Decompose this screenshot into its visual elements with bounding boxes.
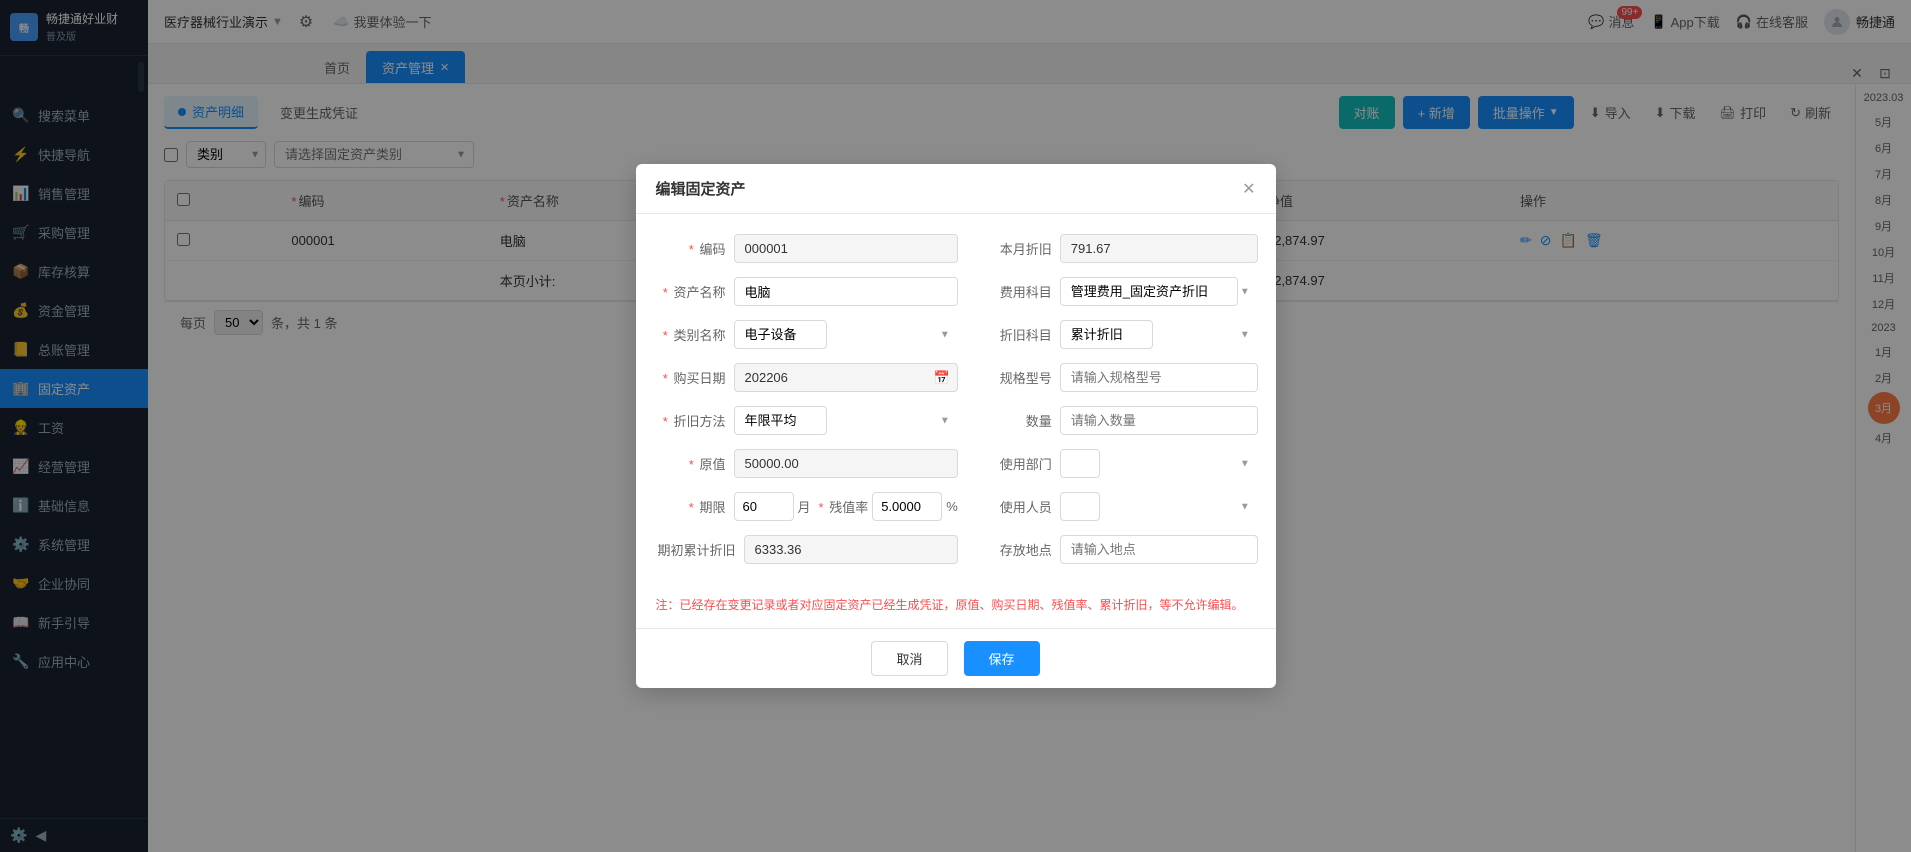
- form-row-location: 存放地点: [982, 535, 1258, 564]
- form-row-purchase-date: * 购买日期 📅: [656, 363, 958, 392]
- residual-rate-input[interactable]: [872, 492, 942, 521]
- depr-method-label: * 折旧方法: [656, 411, 726, 430]
- dialog-left-col: * 编码 * 资产名称: [656, 234, 958, 568]
- residual-rate-label: * 残值率: [819, 497, 869, 516]
- original-value-label: * 原值: [656, 454, 726, 473]
- category-label: * 类别名称: [656, 325, 726, 344]
- depr-subject-wrapper: 累计折旧 ▼: [1060, 320, 1258, 349]
- user-label: 使用人员: [982, 497, 1052, 516]
- location-input[interactable]: [1060, 535, 1258, 564]
- depr-subject-arrow: ▼: [1240, 329, 1250, 340]
- period-inline: 月 * 残值率 %: [734, 492, 958, 521]
- spec-label: 规格型号: [982, 368, 1052, 387]
- name-label: * 资产名称: [656, 282, 726, 301]
- save-button[interactable]: 保存: [964, 641, 1040, 676]
- depr-method-select-wrapper: 年限平均 ▼: [734, 406, 958, 435]
- expense-subject-label: 费用科目: [982, 282, 1052, 301]
- purchase-date-input[interactable]: [734, 363, 958, 392]
- user-select[interactable]: [1060, 492, 1100, 521]
- expense-subject-wrapper: 管理费用_固定资产折旧 ▼: [1060, 277, 1258, 306]
- purchase-date-wrapper: 📅: [734, 363, 958, 392]
- name-input[interactable]: [734, 277, 958, 306]
- dialog-title: 编辑固定资产: [656, 178, 746, 199]
- form-row-depr-subject: 折旧科目 累计折旧 ▼: [982, 320, 1258, 349]
- form-row-user: 使用人员 ▼: [982, 492, 1258, 521]
- cancel-button[interactable]: 取消: [871, 641, 947, 676]
- dialog-footer: 取消 保存: [636, 628, 1276, 688]
- form-row-department: 使用部门 ▼: [982, 449, 1258, 478]
- form-row-monthly-depr: 本月折旧: [982, 234, 1258, 263]
- dialog-body: * 编码 * 资产名称: [636, 214, 1276, 588]
- code-label: * 编码: [656, 239, 726, 258]
- depr-method-arrow: ▼: [940, 415, 950, 426]
- category-select-arrow: ▼: [940, 329, 950, 340]
- category-select-wrapper: 电子设备 ▼: [734, 320, 958, 349]
- period-unit: 月: [798, 497, 811, 516]
- period-input[interactable]: [734, 492, 794, 521]
- form-row-initial-depr: 期初累计折旧: [656, 535, 958, 564]
- department-select[interactable]: [1060, 449, 1100, 478]
- edit-asset-dialog: 编辑固定资产 ✕ * 编码: [636, 164, 1276, 687]
- form-row-spec: 规格型号: [982, 363, 1258, 392]
- code-input[interactable]: [734, 234, 958, 263]
- purchase-date-label: * 购买日期: [656, 368, 726, 387]
- dialog-right-col: 本月折旧 费用科目 管理费用_固定资产折旧 ▼: [982, 234, 1258, 568]
- depr-method-select[interactable]: 年限平均: [734, 406, 827, 435]
- expense-subject-arrow: ▼: [1240, 286, 1250, 297]
- form-row-depr-method: * 折旧方法 年限平均 ▼: [656, 406, 958, 435]
- form-row-original-value: * 原值: [656, 449, 958, 478]
- dialog-close-button[interactable]: ✕: [1242, 179, 1255, 199]
- dialog-form-grid: * 编码 * 资产名称: [656, 234, 1256, 568]
- form-row-category: * 类别名称 电子设备 ▼: [656, 320, 958, 349]
- form-row-period: * 期限 月 * 残值率 %: [656, 492, 958, 521]
- dialog-overlay: 编辑固定资产 ✕ * 编码: [0, 0, 1911, 852]
- quantity-input[interactable]: [1060, 406, 1258, 435]
- user-arrow: ▼: [1240, 501, 1250, 512]
- initial-depr-input[interactable]: [744, 535, 958, 564]
- dialog-note: 注：已经存在变更记录或者对应固定资产已经生成凭证，原值、购买日期、残值率、累计折…: [636, 588, 1276, 627]
- expense-subject-select[interactable]: 管理费用_固定资产折旧: [1060, 277, 1238, 306]
- quantity-label: 数量: [982, 411, 1052, 430]
- form-row-quantity: 数量: [982, 406, 1258, 435]
- location-label: 存放地点: [982, 540, 1052, 559]
- user-wrapper: ▼: [1060, 492, 1258, 521]
- spec-input[interactable]: [1060, 363, 1258, 392]
- form-row-name: * 资产名称: [656, 277, 958, 306]
- department-wrapper: ▼: [1060, 449, 1258, 478]
- category-select[interactable]: 电子设备: [734, 320, 827, 349]
- form-row-expense-subject: 费用科目 管理费用_固定资产折旧 ▼: [982, 277, 1258, 306]
- department-label: 使用部门: [982, 454, 1052, 473]
- monthly-depr-input[interactable]: [1060, 234, 1258, 263]
- depr-subject-select[interactable]: 累计折旧: [1060, 320, 1153, 349]
- residual-rate-unit: %: [946, 499, 958, 514]
- original-value-input[interactable]: [734, 449, 958, 478]
- initial-depr-label: 期初累计折旧: [656, 540, 736, 559]
- depr-subject-label: 折旧科目: [982, 325, 1052, 344]
- monthly-depr-label: 本月折旧: [982, 239, 1052, 258]
- calendar-icon[interactable]: 📅: [934, 370, 950, 386]
- period-label: * 期限: [656, 497, 726, 516]
- dept-arrow: ▼: [1240, 458, 1250, 469]
- form-row-code: * 编码: [656, 234, 958, 263]
- dialog-header: 编辑固定资产 ✕: [636, 164, 1276, 214]
